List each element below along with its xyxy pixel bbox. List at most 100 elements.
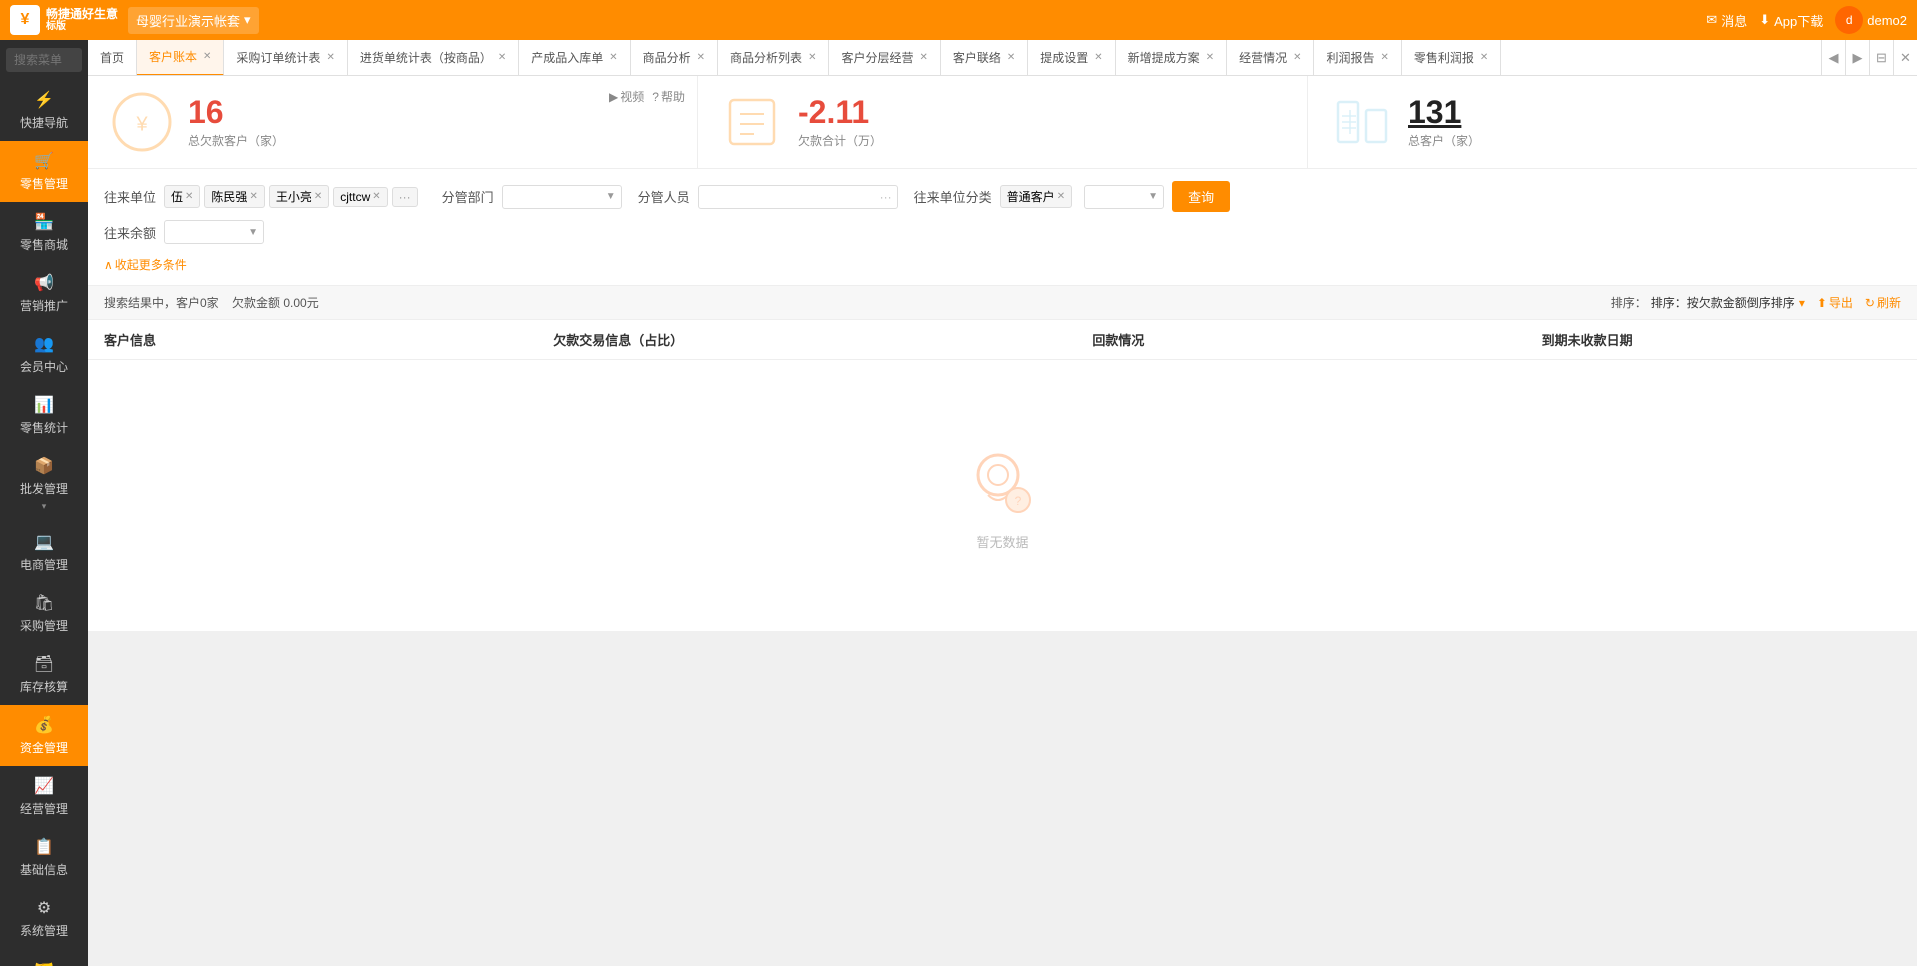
sidebar-item-purchase[interactable]: 🛍 采购管理 xyxy=(0,583,88,644)
balance-select[interactable]: 选择... xyxy=(164,220,264,244)
sidebar-item-ecommerce[interactable]: 💻 电商管理 xyxy=(0,522,88,583)
sort-chevron-icon[interactable]: ▾ xyxy=(1799,296,1805,310)
sidebar-item-quick-nav[interactable]: ⚡ 快捷导航 xyxy=(0,80,88,141)
category-select-wrap xyxy=(1084,185,1164,209)
filter-label-balance: 往来余额 xyxy=(104,223,156,242)
tab-close-icon[interactable]: ✕ xyxy=(1007,52,1015,63)
tab-product-analysis-list[interactable]: 商品分析列表 ✕ xyxy=(718,40,829,76)
tab-customer-ledger[interactable]: 客户账本 ✕ xyxy=(137,40,224,76)
person-input[interactable] xyxy=(698,185,898,209)
tab-close-icon[interactable]: ✕ xyxy=(919,52,927,63)
sidebar-item-label: 零售统计 xyxy=(20,419,68,436)
tag-close-btn[interactable]: ✕ xyxy=(314,191,322,202)
tab-operation[interactable]: 经营情况 ✕ xyxy=(1227,40,1314,76)
tab-close-icon[interactable]: ✕ xyxy=(326,52,334,63)
sidebar-item-label: 经营管理 xyxy=(20,800,68,817)
filter-tag-chen: 陈民强 ✕ xyxy=(204,185,264,208)
table-header: 客户信息 欠款交易信息（占比） 回款情况 到期未收款日期 xyxy=(88,320,1917,360)
mall-icon: 🏪 xyxy=(34,212,54,232)
person-input-icon: ··· xyxy=(880,190,892,204)
tab-close-icon[interactable]: ✕ xyxy=(1381,52,1389,63)
tag-close-btn[interactable]: ✕ xyxy=(249,191,257,202)
tab-retail-profit[interactable]: 零售利润报 ✕ xyxy=(1402,40,1501,76)
member-icon: 👥 xyxy=(34,334,54,354)
tab-label: 进货单统计表（按商品） xyxy=(360,49,492,66)
tab-purchase-stats[interactable]: 进货单统计表（按商品） ✕ xyxy=(348,40,519,76)
sidebar-item-retail-mall[interactable]: 🏪 零售商城 xyxy=(0,202,88,263)
tab-profit-report[interactable]: 利润报告 ✕ xyxy=(1314,40,1401,76)
dept-select[interactable] xyxy=(502,185,622,209)
collapse-btn[interactable]: ∧ 收起更多条件 xyxy=(104,256,1901,273)
tab-close-icon[interactable]: ✕ xyxy=(203,51,211,62)
tab-close-all-btn[interactable]: ✕ xyxy=(1893,40,1917,76)
sidebar-item-label: 零售管理 xyxy=(20,175,68,192)
video-btn[interactable]: ▶ 视频 xyxy=(609,88,644,105)
sidebar-item-member[interactable]: 👥 会员中心 xyxy=(0,324,88,385)
svg-text:¥: ¥ xyxy=(135,113,148,135)
tag-close-btn[interactable]: ✕ xyxy=(185,191,193,202)
tag-close-btn[interactable]: ✕ xyxy=(372,191,380,202)
sidebar-item-retail[interactable]: 🛒 零售管理 xyxy=(0,141,88,202)
enterprise-icon: 🤝 xyxy=(34,959,54,966)
sort-value-label: 排序：按欠款金额倒序排序 xyxy=(1651,294,1795,311)
search-input[interactable] xyxy=(6,48,82,72)
sidebar-item-wholesale[interactable]: 📦 批发管理 ▾ xyxy=(0,446,88,522)
sidebar-item-label: 系统管理 xyxy=(20,922,68,939)
sidebar-search-area xyxy=(0,40,88,80)
user-profile[interactable]: d demo2 xyxy=(1835,6,1907,34)
empty-icon: ? xyxy=(963,440,1043,520)
quick-nav-icon: ⚡ xyxy=(34,90,54,110)
sidebar-item-operation[interactable]: 📈 经营管理 xyxy=(0,766,88,827)
tab-prev-btn[interactable]: ◀ xyxy=(1821,40,1845,76)
export-btn[interactable]: ⬆ 导出 xyxy=(1817,294,1853,311)
tab-product-in[interactable]: 产成品入库单 ✕ xyxy=(519,40,630,76)
help-btn[interactable]: ? 帮助 xyxy=(652,88,685,105)
sidebar-item-basic-info[interactable]: 📋 基础信息 xyxy=(0,827,88,888)
category-select[interactable] xyxy=(1084,185,1164,209)
tab-close-icon[interactable]: ✕ xyxy=(498,52,506,63)
tag-close-btn[interactable]: ✕ xyxy=(1057,191,1065,202)
sidebar-item-enterprise[interactable]: 🤝 企业协同 xyxy=(0,949,88,966)
export-label: 导出 xyxy=(1829,294,1853,311)
workspace-dropdown[interactable]: 母婴行业演示帐套 ▾ xyxy=(128,7,259,34)
tab-bar: 首页 客户账本 ✕ 采购订单统计表 ✕ 进货单统计表（按商品） ✕ 产成品入库单… xyxy=(88,40,1917,76)
avatar: d xyxy=(1835,6,1863,34)
sidebar-item-system[interactable]: ⚙ 系统管理 xyxy=(0,888,88,949)
filter-tag-more[interactable]: ··· xyxy=(392,187,418,207)
col-header-repay: 回款情况 xyxy=(1092,330,1541,349)
tab-close-icon[interactable]: ✕ xyxy=(1094,52,1102,63)
tab-label: 利润报告 xyxy=(1326,49,1374,66)
tab-label: 采购订单统计表 xyxy=(236,49,320,66)
tab-purchase-order[interactable]: 采购订单统计表 ✕ xyxy=(224,40,347,76)
app-download-btn[interactable]: ⬇ App下载 xyxy=(1759,11,1823,30)
tab-customer-tier[interactable]: 客户分层经营 ✕ xyxy=(829,40,940,76)
tab-add-commission[interactable]: 新增提成方案 ✕ xyxy=(1116,40,1227,76)
filter-row-unit: 往来单位 伍 ✕ 陈民强 ✕ 王小亮 xyxy=(104,181,1901,212)
tab-next-btn[interactable]: ▶ xyxy=(1845,40,1869,76)
refresh-btn[interactable]: ↻ 刷新 xyxy=(1865,294,1901,311)
chevron-down-icon: ▾ xyxy=(244,12,251,28)
tab-close-icon[interactable]: ✕ xyxy=(1293,52,1301,63)
tab-close-icon[interactable]: ✕ xyxy=(609,52,617,63)
sidebar-item-label: 营销推广 xyxy=(20,297,68,314)
tab-customer-contact[interactable]: 客户联络 ✕ xyxy=(941,40,1028,76)
tab-close-icon[interactable]: ✕ xyxy=(697,52,705,63)
tab-close-icon[interactable]: ✕ xyxy=(808,52,816,63)
stat-info-total: 131 总客户（家） xyxy=(1408,96,1480,149)
query-button[interactable]: 查询 xyxy=(1172,181,1230,212)
tab-product-analysis[interactable]: 商品分析 ✕ xyxy=(631,40,718,76)
tab-home[interactable]: 首页 xyxy=(88,40,137,76)
tab-commission-settings[interactable]: 提成设置 ✕ xyxy=(1028,40,1115,76)
sidebar-item-finance[interactable]: 💰 资金管理 xyxy=(0,705,88,766)
tab-window-btn[interactable]: ⊟ xyxy=(1869,40,1893,76)
sidebar-item-inventory[interactable]: 🗃 库存核算 xyxy=(0,644,88,705)
operation-icon: 📈 xyxy=(34,776,54,796)
sidebar-item-marketing[interactable]: 📢 营销推广 xyxy=(0,263,88,324)
tag-text: cjttcw xyxy=(340,190,370,204)
tab-close-icon[interactable]: ✕ xyxy=(1480,52,1488,63)
sidebar-item-retail-stats[interactable]: 📊 零售统计 xyxy=(0,385,88,446)
message-btn[interactable]: ✉ 消息 xyxy=(1706,11,1747,30)
data-table: 客户信息 欠款交易信息（占比） 回款情况 到期未收款日期 xyxy=(88,320,1917,631)
tab-close-icon[interactable]: ✕ xyxy=(1206,52,1214,63)
sidebar-item-label: 零售商城 xyxy=(20,236,68,253)
